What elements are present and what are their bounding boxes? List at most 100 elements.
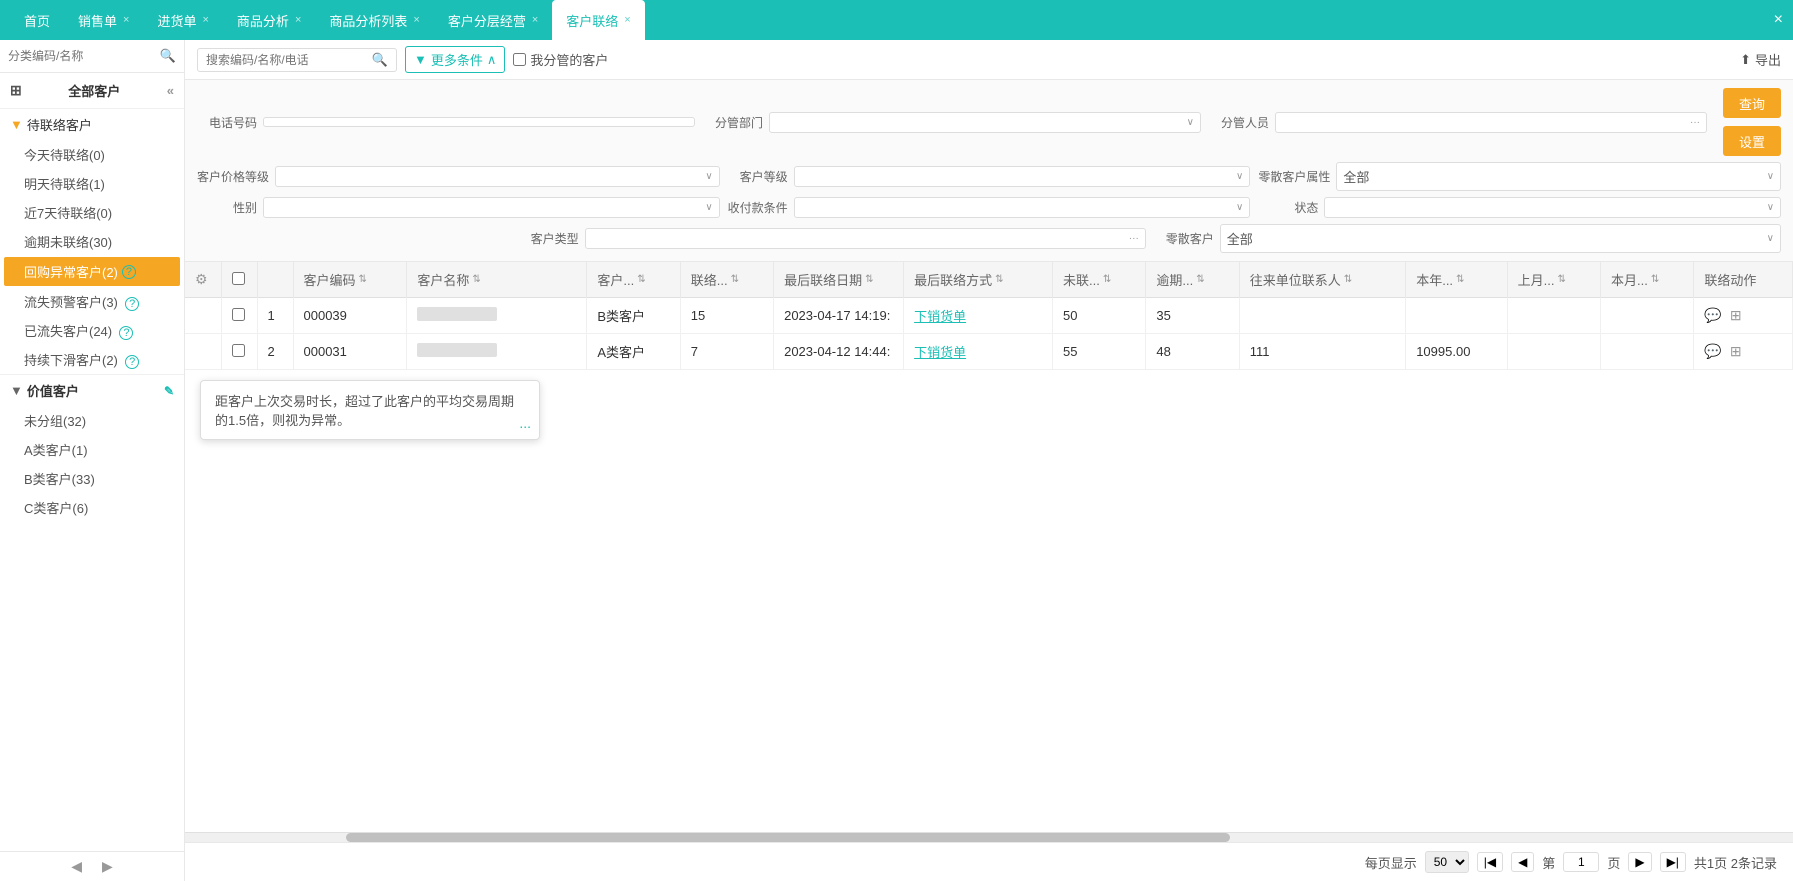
dept-select[interactable]: ∨ [769, 112, 1201, 133]
th-uncontacted[interactable]: 未联... ⇅ [1053, 262, 1146, 298]
th-last-contact-date[interactable]: 最后联络日期 ⇅ [774, 262, 904, 298]
sidebar-item-overdue[interactable]: 逾期未联络(30) [0, 227, 184, 256]
search-input[interactable] [206, 53, 372, 67]
row2-chat-icon[interactable]: 💬 [1704, 343, 1721, 360]
sidebar-item-lost[interactable]: 已流失客户(24) ? [0, 316, 184, 345]
prev-page-btn[interactable]: ◀ [1511, 852, 1534, 872]
status-select[interactable]: ∨ [1324, 197, 1781, 218]
th-category[interactable]: 客户... ⇅ [587, 262, 680, 298]
lost-predict-info-icon[interactable]: ? [125, 297, 139, 311]
sidebar-value-section[interactable]: ▼ 价值客户 ✎ [0, 374, 184, 406]
sidebar-item-7days[interactable]: 近7天待联络(0) [0, 198, 184, 227]
th-overdue-sort-icon[interactable]: ⇅ [1196, 274, 1204, 285]
sidebar-item-declining[interactable]: 持续下滑客户(2) ? [0, 345, 184, 374]
nav-customer-mgmt-close[interactable]: × [532, 14, 538, 26]
gender-select[interactable]: ∨ [263, 197, 720, 218]
row2-checkbox[interactable] [232, 344, 245, 357]
nav-purchase-close[interactable]: × [202, 14, 208, 26]
th-code-sort-icon[interactable]: ⇅ [359, 274, 367, 285]
more-filters-btn[interactable]: ▼ 更多条件 ∧ [405, 46, 505, 73]
sidebar-search-icon[interactable]: 🔍 [160, 48, 176, 64]
lost-info-icon[interactable]: ? [119, 326, 133, 340]
customer-type-select[interactable]: ··· [585, 228, 1146, 249]
th-this-month-sort-icon[interactable]: ⇅ [1651, 274, 1659, 285]
th-name-sort-icon[interactable]: ⇅ [472, 274, 480, 285]
search-icon[interactable]: 🔍 [372, 52, 388, 68]
retail-attr-select[interactable]: 全部 ∨ [1336, 162, 1781, 191]
th-last-month[interactable]: 上月... ⇅ [1507, 262, 1600, 298]
window-close-btn[interactable]: × [1774, 11, 1783, 29]
th-unit-contact-sort-icon[interactable]: ⇅ [1344, 274, 1352, 285]
sidebar-scroll-right[interactable]: ▶ [102, 858, 113, 875]
price-grade-select[interactable]: ∨ [275, 166, 720, 187]
last-page-btn[interactable]: ▶| [1660, 852, 1686, 872]
row2-last-method[interactable]: 下销货单 [914, 345, 966, 360]
th-this-month[interactable]: 本月... ⇅ [1601, 262, 1694, 298]
th-code[interactable]: 客户编码 ⇅ [293, 262, 407, 298]
row1-checkbox[interactable] [232, 308, 245, 321]
nav-customer-contact[interactable]: 客户联络 × [552, 0, 644, 40]
th-last-contact-method-sort-icon[interactable]: ⇅ [995, 274, 1003, 285]
th-overdue[interactable]: 逾期... ⇅ [1146, 262, 1239, 298]
per-page-select[interactable]: 50 [1425, 851, 1469, 873]
sidebar-scroll-left[interactable]: ◀ [71, 858, 82, 875]
sidebar-item-tomorrow[interactable]: 明天待联络(1) [0, 169, 184, 198]
sidebar-collapse-icon[interactable]: « [167, 83, 174, 98]
td-checkbox-2[interactable] [221, 334, 257, 370]
sidebar-search-input[interactable] [8, 49, 156, 63]
first-page-btn[interactable]: |◀ [1477, 852, 1503, 872]
query-btn[interactable]: 查询 [1723, 88, 1781, 118]
row1-last-method[interactable]: 下销货单 [914, 309, 966, 324]
nav-purchase[interactable]: 进货单 × [143, 0, 222, 40]
select-all-checkbox[interactable] [232, 272, 245, 285]
td-checkbox-1[interactable] [221, 298, 257, 334]
sidebar-item-c-class[interactable]: C类客户(6) [0, 493, 184, 522]
declining-info-icon[interactable]: ? [125, 355, 139, 369]
th-contact-sort-icon[interactable]: ⇅ [731, 274, 739, 285]
th-category-sort-icon[interactable]: ⇅ [637, 274, 645, 285]
nav-product-list-close[interactable]: × [413, 14, 419, 26]
sidebar-item-repurchase[interactable]: 回购异常客户(2) ? [4, 257, 180, 286]
manager-select[interactable]: ··· [1275, 112, 1707, 133]
th-checkbox[interactable] [221, 262, 257, 298]
sidebar-item-a-class[interactable]: A类客户(1) [0, 435, 184, 464]
page-input[interactable] [1563, 852, 1599, 872]
my-customers-checkbox-label[interactable]: 我分管的客户 [513, 50, 608, 69]
sidebar-value-edit-icon[interactable]: ✎ [164, 384, 174, 398]
nav-customer-mgmt[interactable]: 客户分层经营 × [434, 0, 552, 40]
th-uncontacted-sort-icon[interactable]: ⇅ [1103, 274, 1111, 285]
set-btn[interactable]: 设置 [1723, 126, 1781, 156]
my-customers-checkbox[interactable] [513, 53, 526, 66]
th-contact[interactable]: 联络... ⇅ [680, 262, 773, 298]
h-scrollbar-thumb[interactable] [346, 833, 1230, 842]
nav-sales-close[interactable]: × [123, 14, 129, 26]
sidebar-item-b-class[interactable]: B类客户(33) [0, 464, 184, 493]
nav-product-analysis[interactable]: 商品分析 × [223, 0, 315, 40]
sidebar-pending-section[interactable]: ▼ 待联络客户 [0, 109, 184, 140]
settings-gear-icon[interactable]: ⚙ [195, 271, 208, 287]
nav-sales[interactable]: 销售单 × [64, 0, 143, 40]
next-page-btn[interactable]: ▶ [1628, 852, 1651, 872]
phone-input[interactable] [263, 117, 695, 127]
row1-grid-icon[interactable]: ⊞ [1730, 307, 1742, 324]
sidebar-item-ungroup[interactable]: 未分组(32) [0, 406, 184, 435]
row1-chat-icon[interactable]: 💬 [1704, 307, 1721, 324]
th-last-month-sort-icon[interactable]: ⇅ [1558, 274, 1566, 285]
nav-customer-contact-close[interactable]: × [624, 14, 630, 26]
nav-product-list[interactable]: 商品分析列表 × [315, 0, 433, 40]
th-last-contact-method[interactable]: 最后联络方式 ⇅ [904, 262, 1053, 298]
retail-customer-select[interactable]: 全部 ∨ [1220, 224, 1781, 253]
nav-home[interactable]: 首页 [10, 0, 64, 40]
nav-product-analysis-close[interactable]: × [295, 14, 301, 26]
sidebar-item-lost-predict[interactable]: 流失预警客户(3) ? [0, 287, 184, 316]
sidebar-all-customers[interactable]: ⊞ 全部客户 « [0, 73, 184, 109]
row2-grid-icon[interactable]: ⊞ [1730, 343, 1742, 360]
th-name[interactable]: 客户名称 ⇅ [407, 262, 587, 298]
sidebar-item-today[interactable]: 今天待联络(0) [0, 140, 184, 169]
repurchase-info-icon[interactable]: ? [122, 265, 136, 279]
th-year-amount[interactable]: 本年... ⇅ [1406, 262, 1507, 298]
th-settings[interactable]: ⚙ [185, 262, 221, 298]
th-year-amount-sort-icon[interactable]: ⇅ [1456, 274, 1464, 285]
th-unit-contact[interactable]: 往来单位联系人 ⇅ [1239, 262, 1405, 298]
customer-grade-select[interactable]: ∨ [794, 166, 1251, 187]
